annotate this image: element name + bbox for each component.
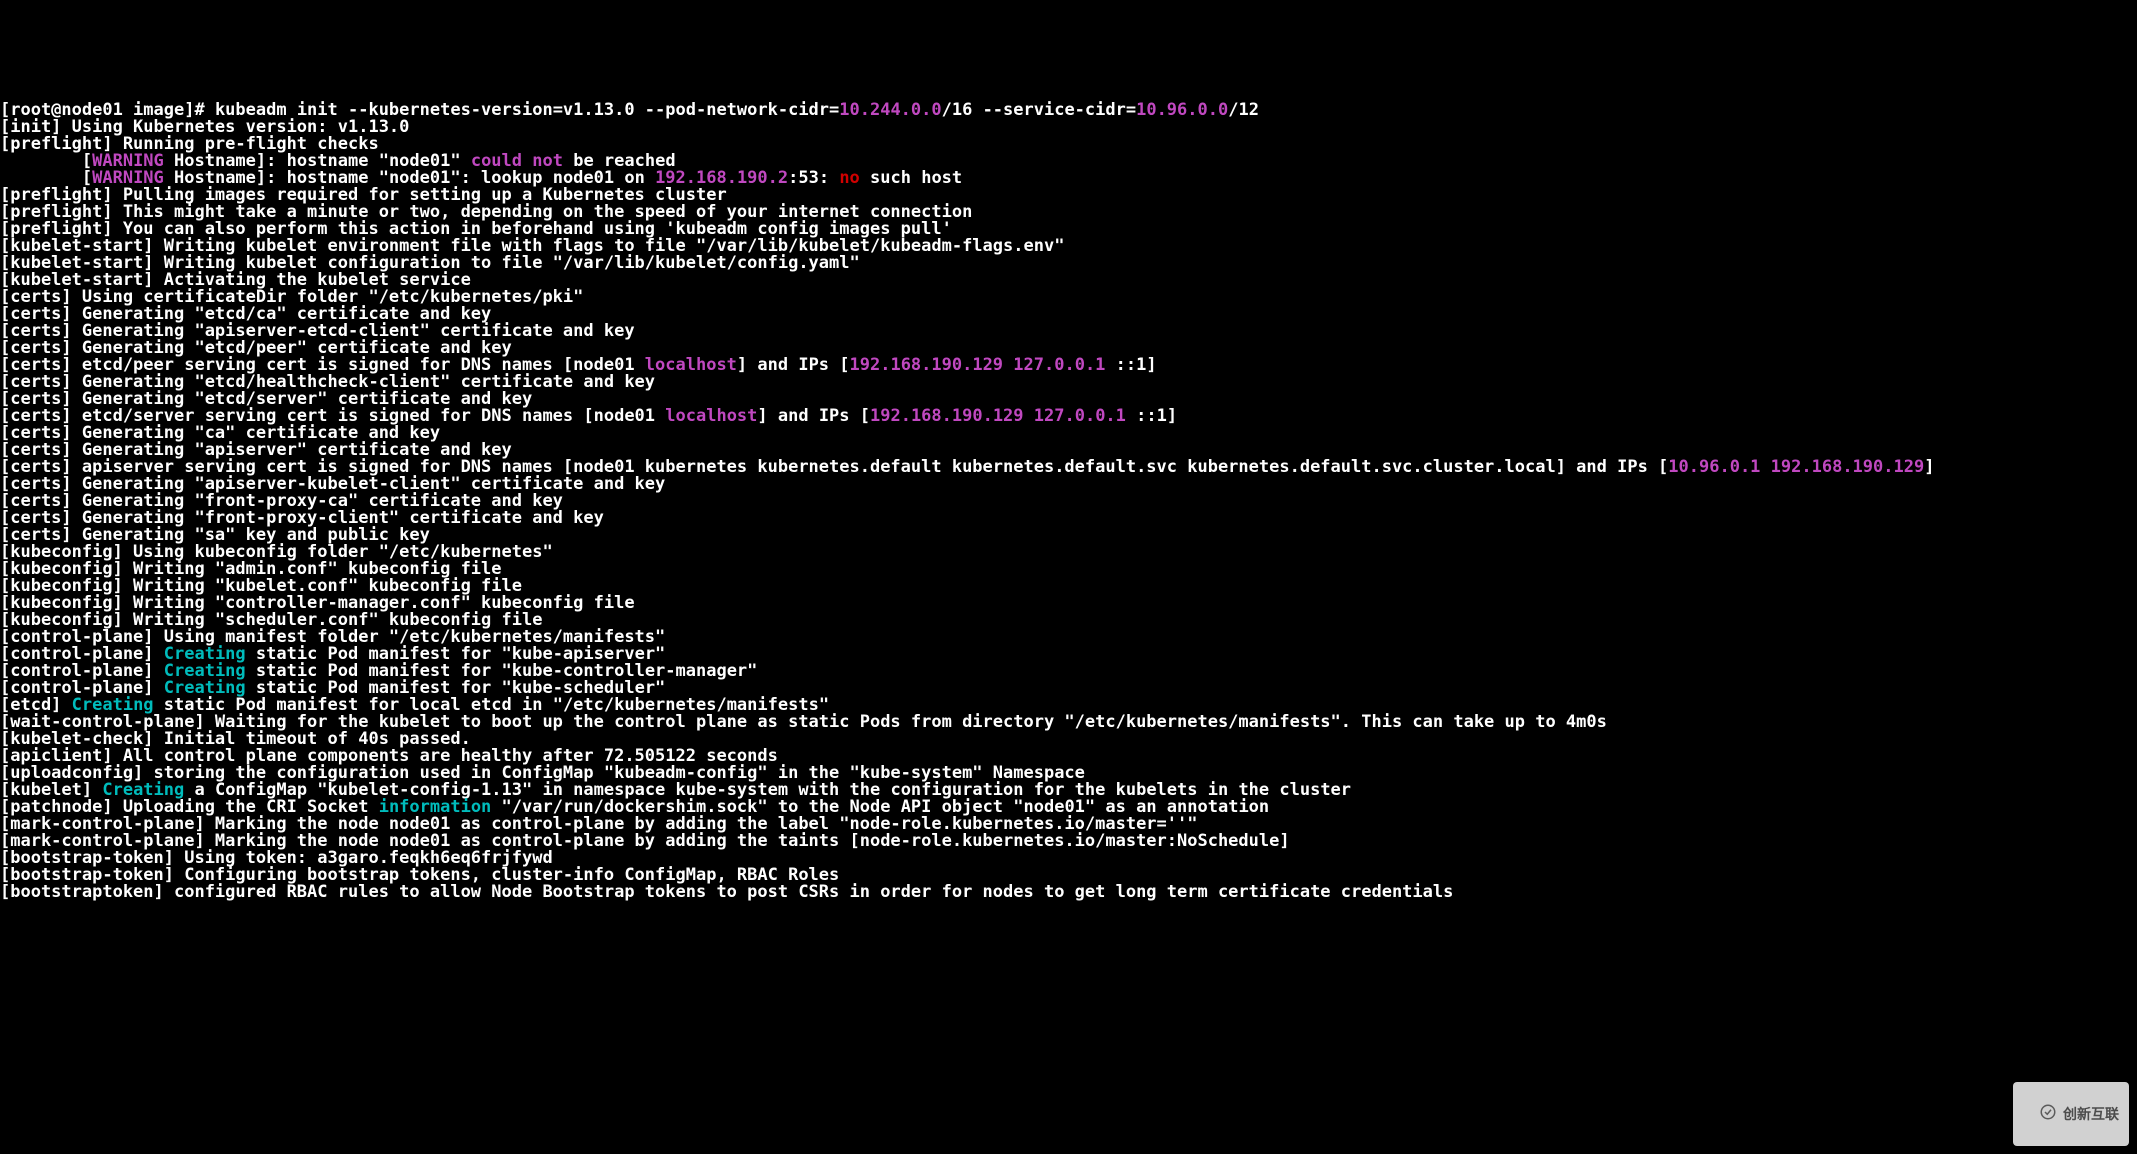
hostname: localhost xyxy=(665,406,757,426)
watermark-logo: 创新互联 xyxy=(2013,1082,2129,1146)
ip-address: 192.168.190.129 xyxy=(850,355,1004,375)
watermark-text: 创新互联 xyxy=(2063,1106,2119,1123)
terminal-output: [root@node01 image]# kubeadm init --kube… xyxy=(0,85,2137,901)
pod-cidr: 10.244.0.0 xyxy=(839,100,941,120)
ip-address: 192.168.190.129 xyxy=(1771,457,1925,477)
ip-address: 192.168.190.129 xyxy=(870,406,1024,426)
logo-icon xyxy=(2023,1086,2057,1142)
ip-address: 127.0.0.1 xyxy=(1034,406,1126,426)
service-cidr: 10.96.0.0 xyxy=(1136,100,1228,120)
ip-address: 10.96.0.1 xyxy=(1668,457,1760,477)
log-line: [bootstraptoken] configured RBAC rules t… xyxy=(0,882,1453,902)
ip-address: 127.0.0.1 xyxy=(1013,355,1105,375)
hostname: localhost xyxy=(645,355,737,375)
